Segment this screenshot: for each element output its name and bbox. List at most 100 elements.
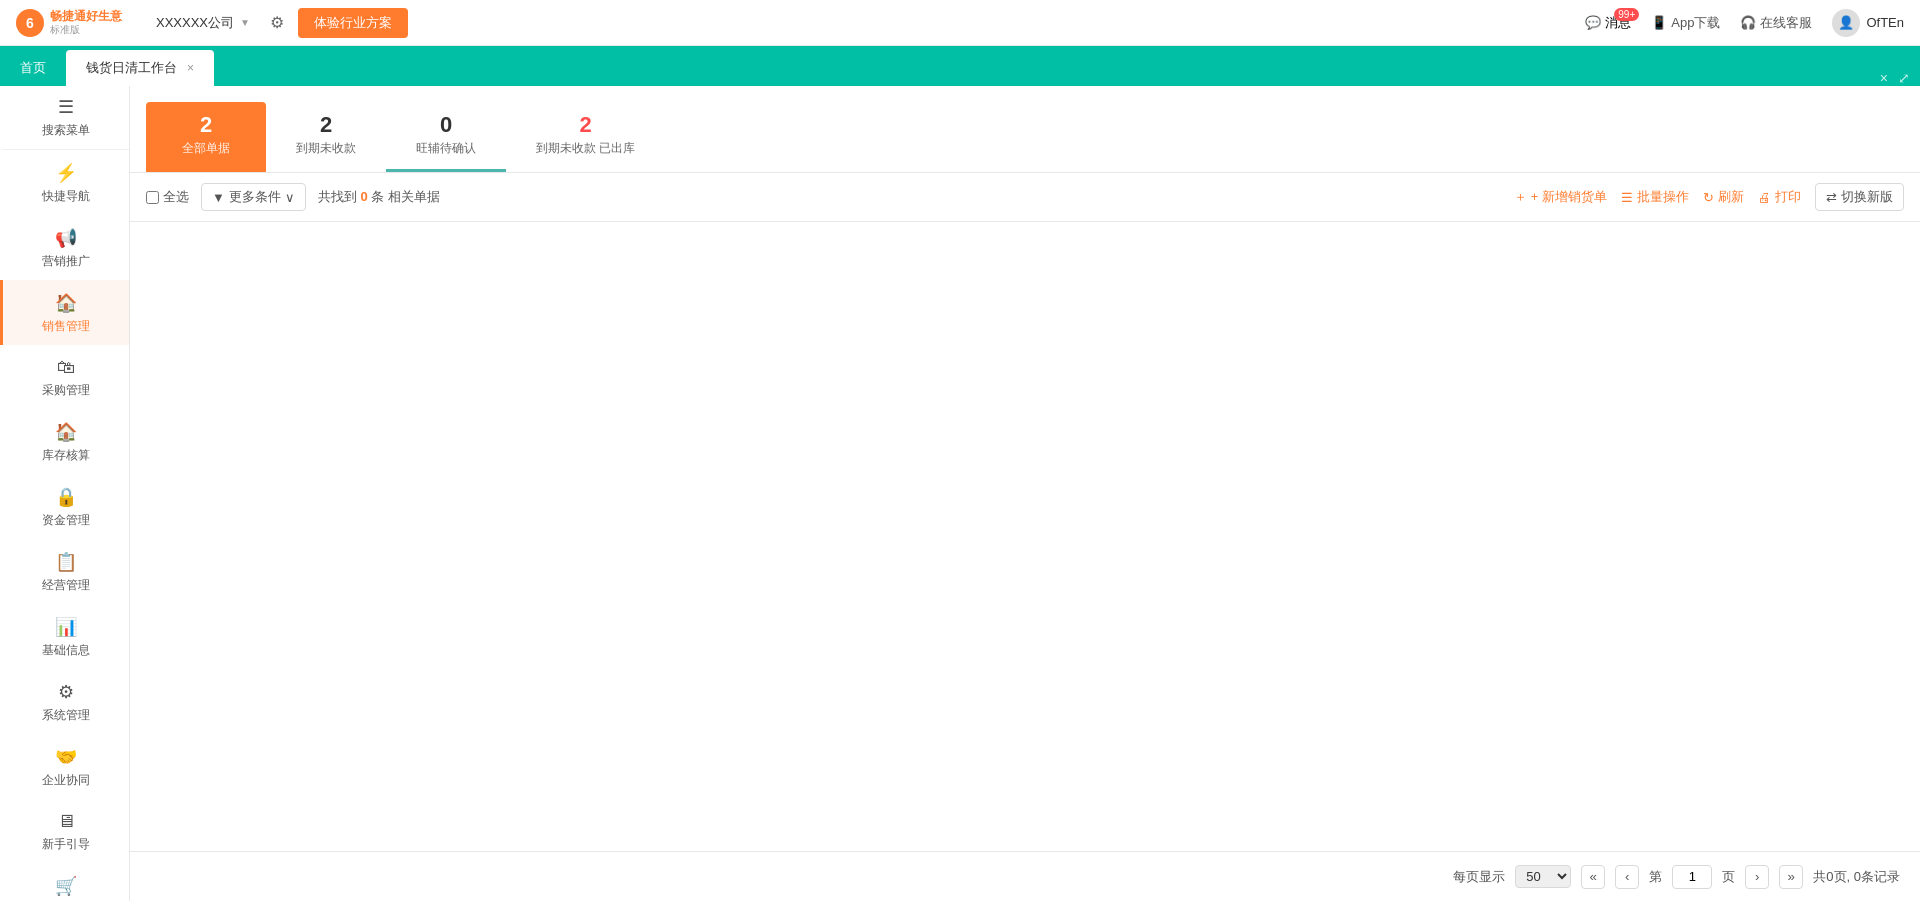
add-sales-order-button[interactable]: ＋ + 新增销货单 — [1514, 188, 1607, 206]
work-tab-overdue-label: 到期未收款 — [296, 140, 356, 157]
operations-icon: 📋 — [55, 551, 77, 573]
add-label: + 新增销货单 — [1531, 188, 1607, 206]
sidebar-search-label: 搜索菜单 — [42, 122, 90, 139]
sidebar-item-operations[interactable]: 📋 经营管理 — [0, 539, 129, 604]
print-label: 打印 — [1775, 188, 1801, 206]
last-page-button[interactable]: » — [1779, 865, 1803, 889]
switch-new-version-button[interactable]: ⇄ 切换新版 — [1815, 183, 1904, 211]
logo-title: 畅捷通好生意 — [50, 9, 122, 23]
finance-icon: 🔒 — [55, 486, 77, 508]
first-page-button[interactable]: « — [1581, 865, 1605, 889]
app-download-label: App下载 — [1671, 14, 1720, 32]
sidebar-system-label: 系统管理 — [42, 707, 90, 724]
batch-label: 批量操作 — [1637, 188, 1689, 206]
work-tab-label: 钱货日清工作台 — [86, 59, 177, 77]
avatar: 👤 — [1832, 9, 1860, 37]
work-tab-overdue-shipped-label: 到期未收款 已出库 — [536, 140, 635, 157]
work-tabs: 2 全部单据 2 到期未收款 0 旺辅待确认 2 到期未收款 已出库 — [130, 86, 1920, 173]
sidebar-item-inventory[interactable]: 🏠 库存核算 — [0, 409, 129, 474]
result-count: 0 — [361, 189, 368, 204]
sidebar-item-finance[interactable]: 🔒 资金管理 — [0, 474, 129, 539]
sidebar-item-collab[interactable]: 🤝 企业协同 — [0, 734, 129, 799]
sidebar-item-purchase[interactable]: 🛍 采购管理 — [0, 345, 129, 409]
refresh-label: 刷新 — [1718, 188, 1744, 206]
page-input[interactable] — [1672, 865, 1712, 889]
window-close-icon[interactable]: × — [1880, 70, 1888, 86]
result-prefix: 共找到 — [318, 189, 357, 204]
sidebar-sales-label: 销售管理 — [42, 318, 90, 335]
toolbar-right: ＋ + 新增销货单 ☰ 批量操作 ↻ 刷新 🖨 打印 ⇄ 切换新版 — [1514, 183, 1904, 211]
window-expand-icon[interactable]: ⤢ — [1898, 70, 1910, 86]
sidebar-item-appcenter[interactable]: 🛒 应用中心 — [0, 863, 129, 901]
message-button[interactable]: 💬 消息 99+ — [1585, 14, 1631, 32]
work-tab-all-label: 全部单据 — [182, 140, 230, 157]
sidebar-finance-label: 资金管理 — [42, 512, 90, 529]
tab-home[interactable]: 首页 — [0, 50, 66, 86]
sidebar-item-sales[interactable]: 🏠 销售管理 — [0, 280, 129, 345]
basicinfo-icon: 📊 — [55, 616, 77, 638]
logo-area: 6 畅捷通好生意 标准版 — [16, 9, 146, 37]
search-menu-icon: ☰ — [58, 96, 74, 118]
table-area — [130, 222, 1920, 851]
sidebar-item-quicknav[interactable]: ⚡ 快捷导航 — [0, 150, 129, 215]
sidebar-operations-label: 经营管理 — [42, 577, 90, 594]
page-suffix: 页 — [1722, 868, 1735, 886]
prev-page-button[interactable]: ‹ — [1615, 865, 1639, 889]
message-icon: 💬 — [1585, 15, 1601, 30]
batch-operation-button[interactable]: ☰ 批量操作 — [1621, 188, 1689, 206]
home-tab-label: 首页 — [20, 59, 46, 77]
tab-nav-controls: × ⤢ — [1880, 70, 1920, 86]
filter-label: 更多条件 — [229, 188, 281, 206]
work-tab-pending[interactable]: 0 旺辅待确认 — [386, 102, 506, 172]
select-all-input[interactable] — [146, 191, 159, 204]
sidebar-item-search[interactable]: ☰ 搜索菜单 — [0, 86, 129, 150]
tab-work[interactable]: 钱货日清工作台 × — [66, 50, 214, 86]
purchase-icon: 🛍 — [57, 357, 75, 378]
settings-icon[interactable]: ⚙ — [270, 13, 284, 32]
print-icon: 🖨 — [1758, 190, 1771, 205]
work-tab-all[interactable]: 2 全部单据 — [146, 102, 266, 172]
sidebar-item-system[interactable]: ⚙ 系统管理 — [0, 669, 129, 734]
work-tab-overdue-shipped[interactable]: 2 到期未收款 已出库 — [506, 102, 665, 172]
sidebar-marketing-label: 营销推广 — [42, 253, 90, 270]
work-tab-pending-count: 0 — [440, 112, 452, 138]
sidebar-item-basicinfo[interactable]: 📊 基础信息 — [0, 604, 129, 669]
chevron-down-icon: ▼ — [240, 17, 250, 28]
filter-chevron-icon: ∨ — [285, 190, 295, 205]
filter-button[interactable]: ▼ 更多条件 ∨ — [201, 183, 306, 211]
result-suffix: 条 相关单据 — [371, 189, 440, 204]
sidebar-item-marketing[interactable]: 📢 营销推广 — [0, 215, 129, 280]
company-name: XXXXXX公司 — [156, 14, 234, 32]
refresh-button[interactable]: ↻ 刷新 — [1703, 188, 1744, 206]
toolbar: 全选 ▼ 更多条件 ∨ 共找到 0 条 相关单据 ＋ + 新增销货单 ☰ 批量操… — [130, 173, 1920, 222]
tab-nav: 首页 钱货日清工作台 × × ⤢ — [0, 46, 1920, 86]
sidebar-quicknav-label: 快捷导航 — [42, 188, 90, 205]
online-service-button[interactable]: 🎧 在线客服 — [1740, 14, 1812, 32]
select-all-label: 全选 — [163, 188, 189, 206]
sidebar-basicinfo-label: 基础信息 — [42, 642, 90, 659]
inventory-icon: 🏠 — [55, 421, 77, 443]
logo-subtitle: 标准版 — [50, 24, 122, 36]
trial-button[interactable]: 体验行业方案 — [298, 8, 408, 38]
pagination: 每页显示 50 100 200 « ‹ 第 页 › » 共0页, 0条记录 — [130, 851, 1920, 901]
tab-close-icon[interactable]: × — [187, 61, 194, 75]
work-tab-overdue[interactable]: 2 到期未收款 — [266, 102, 386, 172]
per-page-select[interactable]: 50 100 200 — [1515, 865, 1571, 888]
per-page-label: 每页显示 — [1453, 868, 1505, 886]
select-all-checkbox[interactable]: 全选 — [146, 188, 189, 206]
quick-nav-icon: ⚡ — [55, 162, 77, 184]
sidebar-item-guide[interactable]: 🖥 新手引导 — [0, 799, 129, 863]
refresh-icon: ↻ — [1703, 190, 1714, 205]
headset-icon: 🎧 — [1740, 15, 1756, 30]
next-page-button[interactable]: › — [1745, 865, 1769, 889]
sidebar-guide-label: 新手引导 — [42, 836, 90, 853]
content-area: 2 全部单据 2 到期未收款 0 旺辅待确认 2 到期未收款 已出库 — [130, 86, 1920, 901]
online-service-label: 在线客服 — [1760, 14, 1812, 32]
header-right: 💬 消息 99+ 📱 App下载 🎧 在线客服 👤 OfTEn — [1585, 9, 1904, 37]
print-button[interactable]: 🖨 打印 — [1758, 188, 1801, 206]
user-info[interactable]: 👤 OfTEn — [1832, 9, 1904, 37]
company-selector[interactable]: XXXXXX公司 ▼ — [146, 10, 260, 36]
app-download-button[interactable]: 📱 App下载 — [1651, 14, 1720, 32]
main-layout: ☰ 搜索菜单 ⚡ 快捷导航 📢 营销推广 🏠 销售管理 🛍 采购管理 🏠 库存核… — [0, 86, 1920, 901]
user-avatar-icon: 👤 — [1838, 15, 1854, 30]
